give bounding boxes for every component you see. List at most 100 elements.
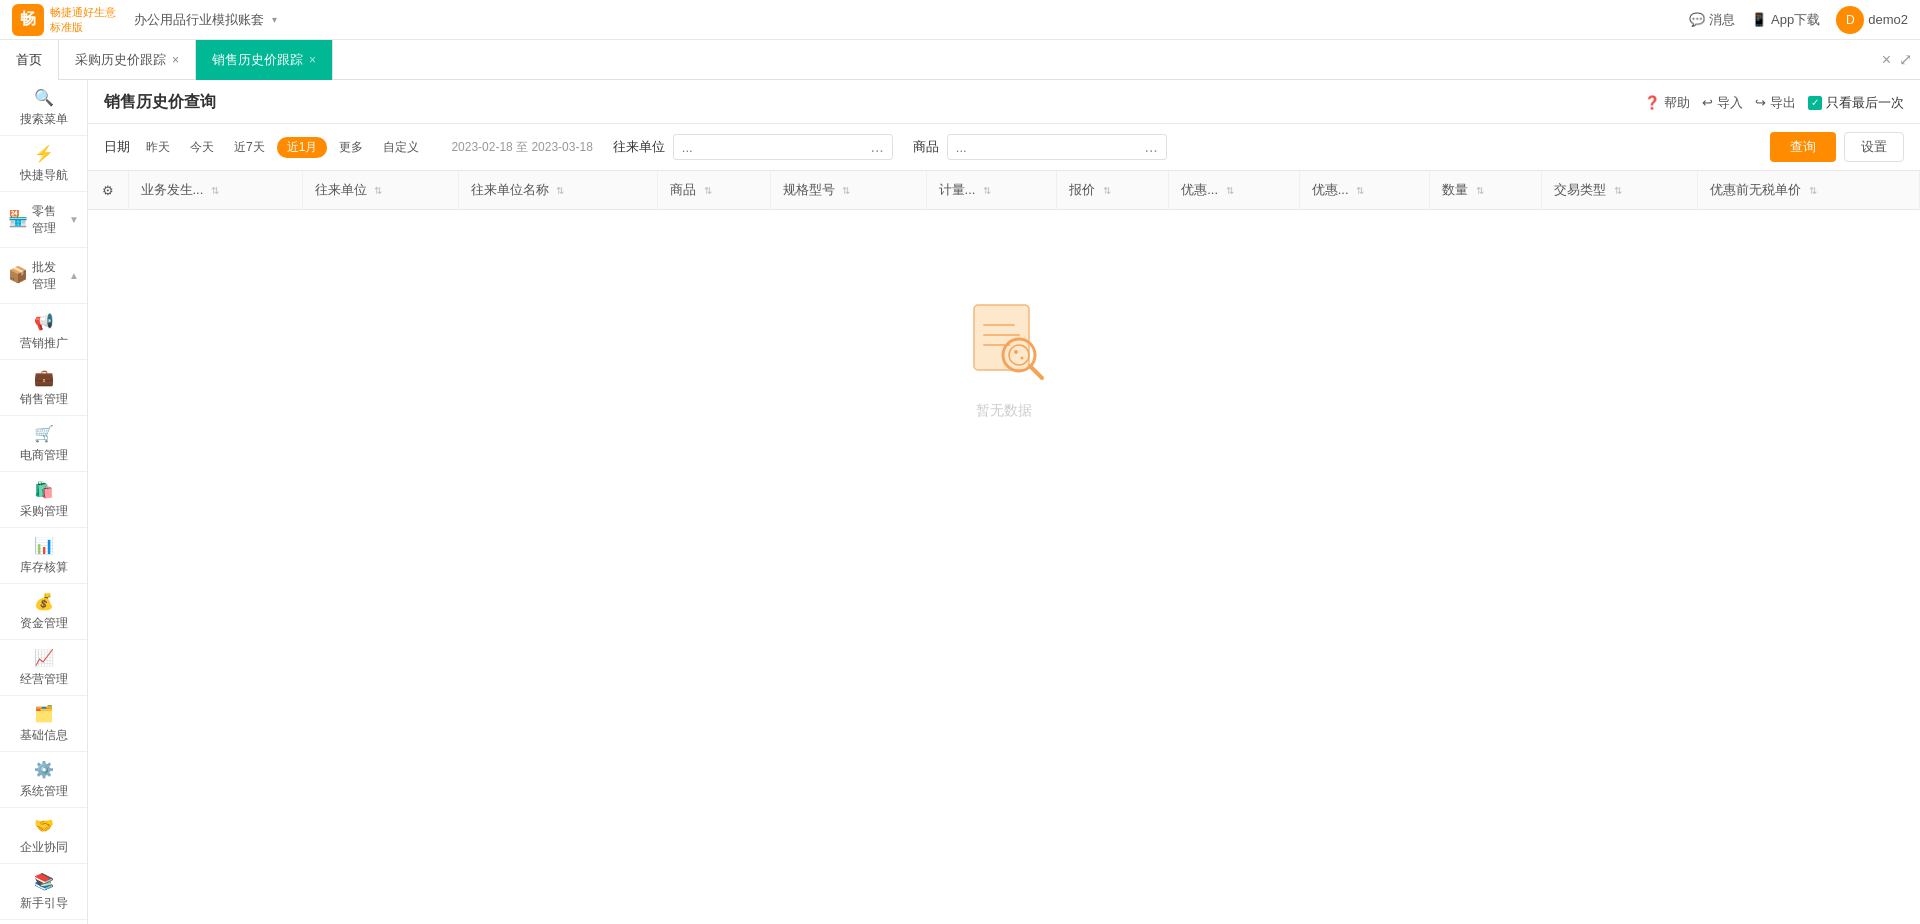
last1m-btn[interactable]: 近1月 — [277, 137, 328, 158]
col-partner-name[interactable]: 往来单位名称 ⇅ — [458, 171, 658, 210]
sidebar-item-enterprise-collab[interactable]: 🤝 企业协同 — [0, 808, 87, 864]
more-btn[interactable]: 更多 — [331, 137, 371, 158]
export-btn[interactable]: ↪ 导出 — [1755, 94, 1796, 112]
sidebar-item-quick-nav[interactable]: ⚡ 快捷导航 — [0, 136, 87, 192]
custom-btn[interactable]: 自定义 — [375, 137, 427, 158]
today-btn[interactable]: 今天 — [182, 137, 222, 158]
tab-home[interactable]: 首页 — [0, 40, 59, 80]
logo-text: 畅捷通好生意 标准版 — [50, 5, 116, 34]
col-partner-code[interactable]: 往来单位 ⇅ — [302, 171, 458, 210]
svg-point-7 — [1014, 350, 1018, 354]
col-spec[interactable]: 规格型号 ⇅ — [770, 171, 926, 210]
sort-arrows-partner-name: ⇅ — [556, 185, 564, 196]
sidebar-item-ecommerce[interactable]: 🛒 电商管理 — [0, 416, 87, 472]
sidebar-item-new-guide[interactable]: 📚 新手引导 — [0, 864, 87, 920]
sort-arrows-unit: ⇅ — [983, 185, 991, 196]
data-table: ⚙ 业务发生... ⇅ 往来单位 ⇅ 往来单位名称 ⇅ — [88, 171, 1920, 210]
partner-label: 往来单位 — [613, 138, 665, 156]
help-icon: ❓ — [1644, 95, 1660, 110]
tab-sales-history[interactable]: 销售历史价跟踪 × — [196, 40, 333, 80]
search-button[interactable]: 查询 — [1770, 132, 1836, 162]
inventory-icon: 📊 — [34, 536, 54, 555]
col-product[interactable]: 商品 ⇅ — [658, 171, 770, 210]
purchase-icon: 🛍️ — [34, 480, 54, 499]
tab-sales-close[interactable]: × — [309, 53, 316, 67]
sidebar-item-business[interactable]: 📈 经营管理 — [0, 640, 87, 696]
sidebar-item-marketing[interactable]: 📢 营销推广 — [0, 304, 87, 360]
user-menu[interactable]: D demo2 — [1836, 6, 1908, 34]
sort-arrows-pretax-price: ⇅ — [1809, 185, 1817, 196]
message-btn[interactable]: 💬 消息 — [1689, 11, 1735, 29]
tab-purchase-close[interactable]: × — [172, 53, 179, 67]
col-quantity[interactable]: 数量 ⇅ — [1430, 171, 1542, 210]
last7-btn[interactable]: 近7天 — [226, 137, 273, 158]
basic-info-icon: 🗂️ — [34, 704, 54, 723]
col-biz-date[interactable]: 业务发生... ⇅ — [128, 171, 302, 210]
sidebar-item-finance[interactable]: 💰 资金管理 — [0, 584, 87, 640]
system-icon: ⚙️ — [34, 760, 54, 779]
product-dots-btn[interactable]: ... — [1144, 138, 1157, 156]
date-filter-group: 日期 昨天 今天 近7天 近1月 更多 自定义 — [104, 137, 427, 158]
svg-point-8 — [1021, 357, 1024, 360]
svg-line-6 — [1030, 366, 1042, 378]
partner-filter-group: 往来单位 ... — [613, 134, 893, 160]
sidebar-label-basic-info: 基础信息 — [20, 727, 68, 744]
date-range-text: 2023-02-18 至 2023-03-18 — [451, 139, 592, 156]
sidebar-label-sales: 销售管理 — [20, 391, 68, 408]
mobile-icon: 📱 — [1751, 12, 1767, 27]
empty-state: 暂无数据 — [88, 210, 1920, 500]
dropdown-icon[interactable]: ▾ — [272, 14, 277, 25]
tabbar: 首页 采购历史价跟踪 × 销售历史价跟踪 × × ⤢ — [0, 40, 1920, 80]
date-buttons: 昨天 今天 近7天 近1月 更多 自定义 — [138, 137, 427, 158]
sidebar-label-marketing: 营销推广 — [20, 335, 68, 352]
sidebar-item-search-menu[interactable]: 🔍 搜索菜单 — [0, 80, 87, 136]
tab-purchase-history[interactable]: 采购历史价跟踪 × — [59, 40, 196, 80]
import-btn[interactable]: ↩ 导入 — [1702, 94, 1743, 112]
filter-right: 查询 设置 — [1770, 132, 1904, 162]
sidebar-item-retail[interactable]: 🏪 零售管理 ▼ — [0, 192, 87, 248]
finance-icon: 💰 — [34, 592, 54, 611]
retail-icon: 🏪 — [8, 209, 28, 228]
col-pretax-price[interactable]: 优惠前无税单价 ⇅ — [1698, 171, 1920, 210]
product-input[interactable] — [956, 140, 1145, 155]
sidebar-item-basic-info[interactable]: 🗂️ 基础信息 — [0, 696, 87, 752]
empty-illustration — [954, 290, 1054, 390]
table-header-row: ⚙ 业务发生... ⇅ 往来单位 ⇅ 往来单位名称 ⇅ — [88, 171, 1920, 210]
sidebar-label-guide: 新手引导 — [20, 895, 68, 912]
expand-btn[interactable]: ⤢ — [1899, 50, 1912, 69]
close-all-tabs-btn[interactable]: × — [1882, 51, 1891, 69]
sidebar-item-inventory[interactable]: 📊 库存核算 — [0, 528, 87, 584]
col-unit[interactable]: 计量... ⇅ — [926, 171, 1056, 210]
export-icon: ↪ — [1755, 95, 1766, 110]
only-last-checkbox[interactable]: ✓ 只看最后一次 — [1808, 94, 1904, 112]
partner-dots-btn[interactable]: ... — [870, 138, 883, 156]
col-discount1[interactable]: 优惠... ⇅ — [1169, 171, 1299, 210]
sort-arrows-quote: ⇅ — [1103, 185, 1111, 196]
app-download-btn[interactable]: 📱 App下载 — [1751, 11, 1820, 29]
date-label: 日期 — [104, 138, 130, 156]
sidebar-label-search-menu: 搜索菜单 — [20, 111, 68, 128]
wholesale-arrow-icon: ▲ — [69, 270, 79, 281]
col-trade-type[interactable]: 交易类型 ⇅ — [1542, 171, 1698, 210]
search-icon: 🔍 — [34, 88, 54, 107]
help-btn[interactable]: ❓ 帮助 — [1644, 94, 1690, 112]
sidebar-item-system[interactable]: ⚙️ 系统管理 — [0, 752, 87, 808]
logo-icon: 畅 — [12, 4, 44, 36]
col-quote[interactable]: 报价 ⇅ — [1057, 171, 1169, 210]
sidebar-item-purchase[interactable]: 🛍️ 采购管理 — [0, 472, 87, 528]
sort-arrows-product: ⇅ — [704, 185, 712, 196]
sidebar-item-wholesale[interactable]: 📦 批发管理 ▲ — [0, 248, 87, 304]
sidebar-label-quick-nav: 快捷导航 — [20, 167, 68, 184]
sidebar-item-app-center[interactable]: 📱 应用中心 — [0, 920, 87, 924]
sidebar-item-sales[interactable]: 💼 销售管理 — [0, 360, 87, 416]
col-gear[interactable]: ⚙ — [88, 171, 128, 210]
date-range-display: 2023-02-18 至 2023-03-18 — [447, 139, 592, 156]
table-gear-icon[interactable]: ⚙ — [102, 183, 114, 198]
partner-input[interactable] — [682, 140, 871, 155]
settings-button[interactable]: 设置 — [1844, 132, 1904, 162]
col-discount2[interactable]: 优惠... ⇅ — [1299, 171, 1429, 210]
sidebar: 🔍 搜索菜单 ⚡ 快捷导航 🏪 零售管理 ▼ 📦 批发管理 ▲ 📢 营销推广 💼… — [0, 80, 88, 924]
sort-arrows-spec: ⇅ — [842, 185, 850, 196]
filter-row: 日期 昨天 今天 近7天 近1月 更多 自定义 2023-02-18 至 202… — [88, 124, 1920, 171]
yesterday-btn[interactable]: 昨天 — [138, 137, 178, 158]
